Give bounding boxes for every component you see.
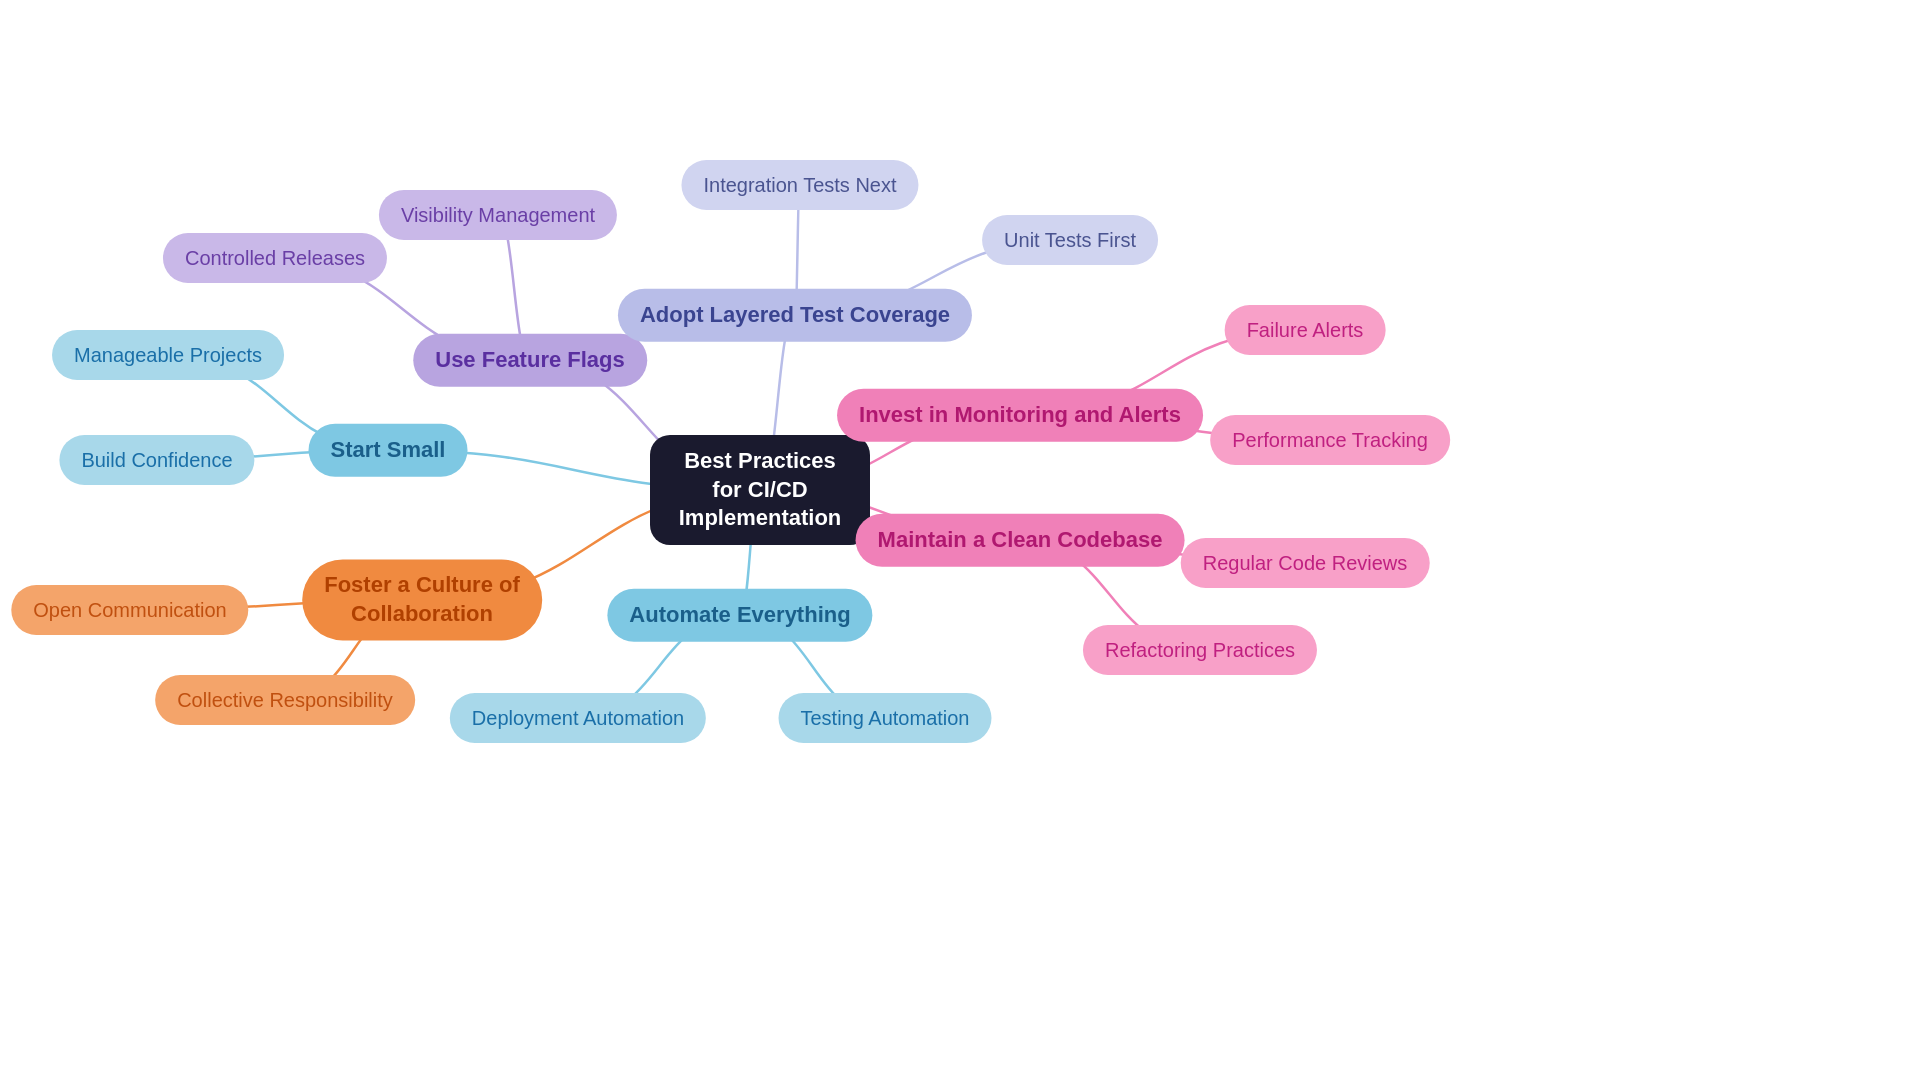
deployment-automation[interactable]: Deployment Automation (450, 693, 706, 743)
automate-everything[interactable]: Automate Everything (607, 589, 872, 642)
center-node[interactable]: Best Practices for CI/CDImplementation (650, 435, 870, 545)
failure-alerts[interactable]: Failure Alerts (1225, 305, 1386, 355)
start-small[interactable]: Start Small (309, 424, 468, 477)
mindmap-container: Best Practices for CI/CDImplementation St… (0, 0, 1920, 1083)
maintain-clean-codebase[interactable]: Maintain a Clean Codebase (856, 514, 1185, 567)
invest-monitoring[interactable]: Invest in Monitoring and Alerts (837, 389, 1203, 442)
collective-responsibility[interactable]: Collective Responsibility (155, 675, 415, 725)
performance-tracking[interactable]: Performance Tracking (1210, 415, 1450, 465)
foster-culture[interactable]: Foster a Culture ofCollaboration (302, 559, 542, 640)
visibility-management[interactable]: Visibility Management (379, 190, 617, 240)
unit-tests-first[interactable]: Unit Tests First (982, 215, 1158, 265)
controlled-releases[interactable]: Controlled Releases (163, 233, 387, 283)
adopt-layered-test[interactable]: Adopt Layered Test Coverage (618, 289, 972, 342)
integration-tests-next[interactable]: Integration Tests Next (681, 160, 918, 210)
refactoring-practices[interactable]: Refactoring Practices (1083, 625, 1317, 675)
open-communication[interactable]: Open Communication (11, 585, 248, 635)
manageable-projects[interactable]: Manageable Projects (52, 330, 284, 380)
use-feature-flags[interactable]: Use Feature Flags (413, 334, 647, 387)
testing-automation[interactable]: Testing Automation (779, 693, 992, 743)
regular-code-reviews[interactable]: Regular Code Reviews (1181, 538, 1430, 588)
build-confidence[interactable]: Build Confidence (59, 435, 254, 485)
